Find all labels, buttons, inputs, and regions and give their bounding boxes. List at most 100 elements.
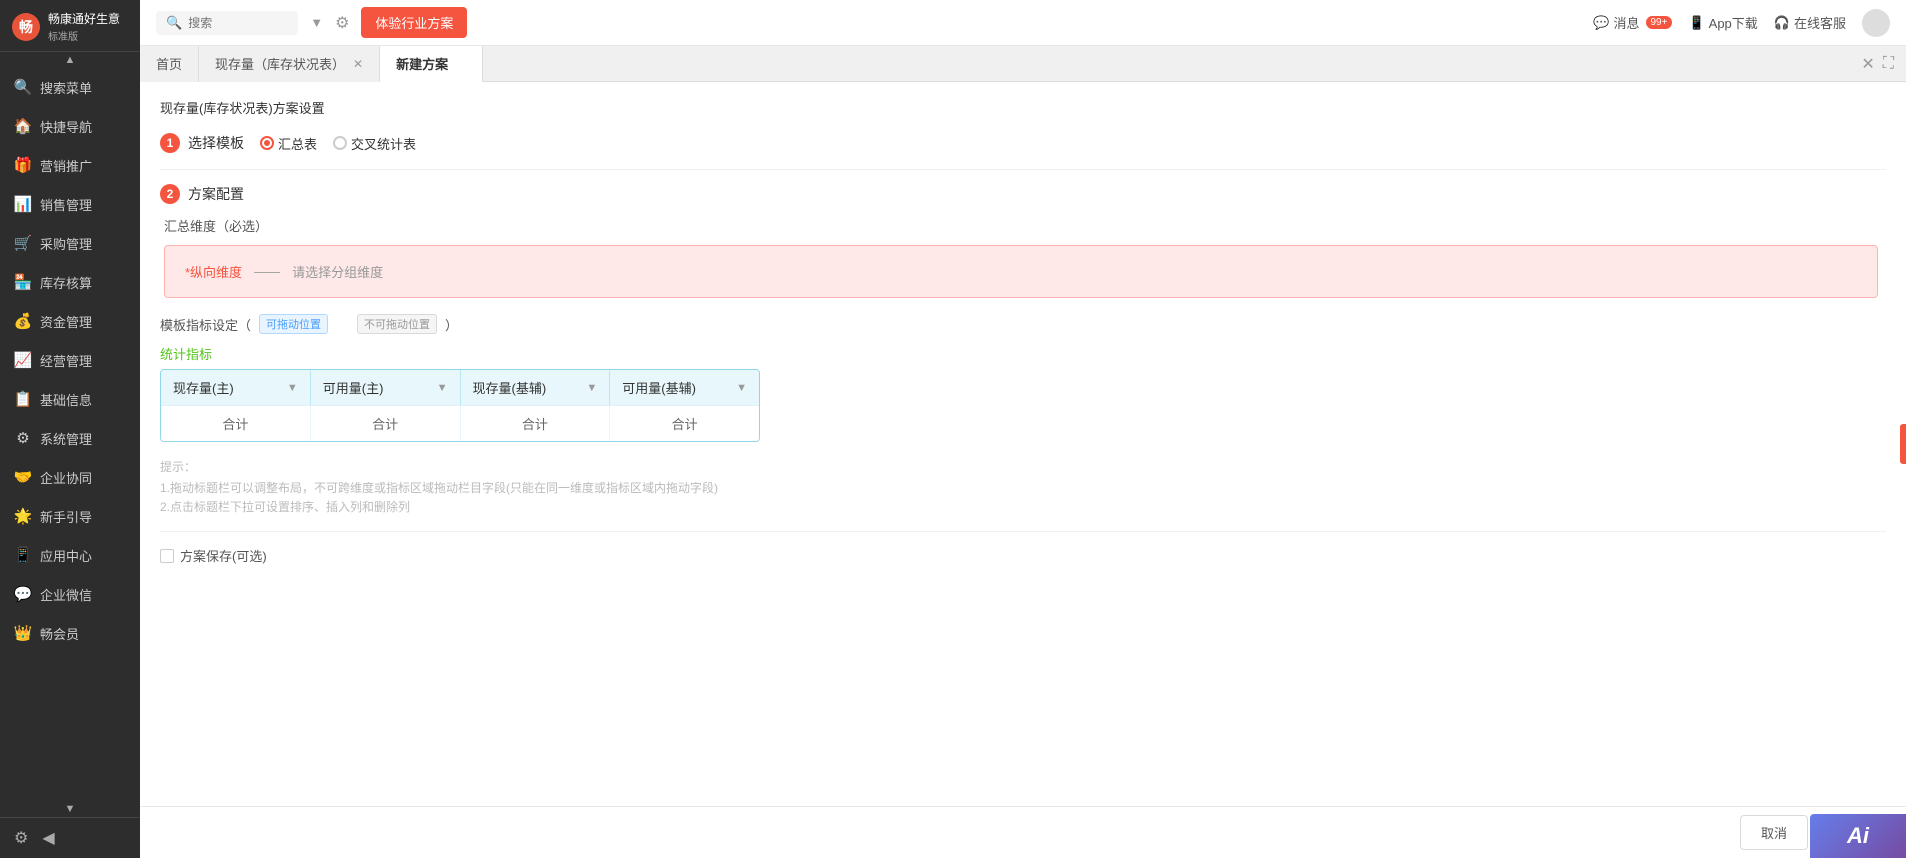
- sidebar-item-wechat[interactable]: 💬 企业微信: [0, 575, 140, 614]
- topbar-search-input[interactable]: [188, 16, 288, 30]
- step2-badge: 2: [160, 184, 180, 204]
- topbar-settings-icon[interactable]: ⚙: [335, 13, 349, 33]
- window-close-button[interactable]: ✕: [1861, 54, 1874, 74]
- ai-badge[interactable]: Ai: [1810, 814, 1906, 858]
- stats-col-4-label: 可用量(基辅): [622, 378, 696, 397]
- message-icon: 💬: [1593, 15, 1609, 31]
- online-service-label: 在线客服: [1794, 13, 1846, 32]
- stats-col-2-chevron: ▼: [437, 382, 448, 394]
- basic-icon: 📋: [14, 390, 32, 408]
- collapse-icon[interactable]: ◀: [42, 828, 54, 848]
- user-avatar[interactable]: [1862, 9, 1890, 37]
- tab-inventory[interactable]: 现存量（库存状况表） ✕: [199, 46, 380, 82]
- radio-summary[interactable]: 汇总表: [260, 134, 317, 153]
- radio-cross[interactable]: 交叉统计表: [333, 134, 416, 153]
- cancel-button[interactable]: 取消: [1740, 815, 1808, 850]
- sidebar-item-label: 库存核算: [40, 273, 92, 292]
- stats-col-2-label: 可用量(主): [323, 378, 384, 397]
- tab-home[interactable]: 首页: [140, 46, 199, 82]
- step2-section: 2 方案配置 汇总维度（必选） *纵向维度 —— 请选择分组维度 模板指标设定（…: [160, 184, 1886, 515]
- messages-button[interactable]: 💬 消息 99+: [1593, 13, 1672, 32]
- inventory-icon: 🏪: [14, 273, 32, 291]
- tab-new-plan-close[interactable]: ✕: [456, 57, 466, 71]
- ai-label: Ai: [1847, 823, 1869, 849]
- radio-summary-label: 汇总表: [278, 134, 317, 153]
- sidebar-item-label: 销售管理: [40, 195, 92, 214]
- topbar-search-box[interactable]: 🔍: [156, 11, 298, 35]
- online-service-button[interactable]: 🎧 在线客服: [1774, 13, 1846, 32]
- search-icon: 🔍: [14, 78, 32, 96]
- drag-position-tag: 可拖动位置: [259, 314, 328, 334]
- save-option-label: 方案保存(可选): [180, 546, 267, 565]
- sidebar-item-label: 企业协同: [40, 468, 92, 487]
- tab-inventory-close[interactable]: ✕: [353, 57, 363, 71]
- system-icon: ⚙: [14, 429, 32, 447]
- app-logo: 畅 畅康通好生意 标准版: [0, 0, 140, 52]
- topbar-search-icon: 🔍: [166, 15, 182, 31]
- wechat-icon: 💬: [14, 585, 32, 603]
- sidebar-item-newbie[interactable]: 🌟 新手引导: [0, 497, 140, 536]
- sidebar-item-apps[interactable]: 📱 应用中心: [0, 536, 140, 575]
- sidebar-item-finance[interactable]: 💰 资金管理: [0, 302, 140, 341]
- stats-col-3[interactable]: 现存量(基辅) ▼: [461, 370, 611, 405]
- sidebar-item-quick-nav[interactable]: 🏠 快捷导航: [0, 107, 140, 146]
- save-checkbox[interactable]: [160, 549, 174, 563]
- step2-header: 2 方案配置: [160, 184, 1886, 204]
- gift-icon: 🎁: [14, 156, 32, 174]
- sidebar-item-system[interactable]: ⚙ 系统管理: [0, 419, 140, 458]
- sidebar-bottom: ⚙ ◀: [0, 817, 140, 858]
- scroll-up-arrow[interactable]: ▲: [0, 52, 140, 68]
- messages-label: 消息: [1613, 13, 1639, 32]
- home-icon: 🏠: [14, 117, 32, 135]
- tab-new-plan[interactable]: 新建方案 ✕: [380, 46, 483, 82]
- template-label-close: ）: [445, 315, 458, 334]
- app-download-button[interactable]: 📱 App下载: [1688, 13, 1757, 32]
- stats-col-2[interactable]: 可用量(主) ▼: [311, 370, 461, 405]
- topbar-dropdown-arrow[interactable]: ▼: [310, 15, 323, 30]
- content-area: 现存量(库存状况表)方案设置 1 选择模板 汇总表 交叉统计表: [140, 82, 1906, 806]
- sidebar-item-cooperation[interactable]: 🤝 企业协同: [0, 458, 140, 497]
- page-title: 现存量(库存状况表)方案设置: [160, 98, 1886, 117]
- sidebar-item-basic[interactable]: 📋 基础信息: [0, 380, 140, 419]
- sidebar-item-marketing[interactable]: 🎁 营销推广: [0, 146, 140, 185]
- step1-title: 选择模板: [188, 133, 244, 153]
- sidebar-item-sales[interactable]: 📊 销售管理: [0, 185, 140, 224]
- sidebar-item-label: 应用中心: [40, 546, 92, 565]
- tab-inventory-label: 现存量（库存状况表）: [215, 54, 345, 73]
- stats-table-header: 现存量(主) ▼ 可用量(主) ▼ 现存量(基辅) ▼ 可用量(基辅): [161, 370, 759, 405]
- scroll-down-arrow[interactable]: ▼: [0, 801, 140, 817]
- stats-col-4[interactable]: 可用量(基辅) ▼: [610, 370, 759, 405]
- app-download-label: App下载: [1709, 13, 1758, 32]
- stats-col-3-chevron: ▼: [586, 382, 597, 394]
- sidebar-item-operation[interactable]: 📈 经营管理: [0, 341, 140, 380]
- tips-item-1: 1.拖动标题栏可以调整布局，不可跨维度或指标区域拖动栏目字段(只能在同一维度或指…: [160, 479, 1886, 496]
- template-radio-group: 汇总表 交叉统计表: [260, 134, 416, 153]
- step1-section: 1 选择模板 汇总表 交叉统计表: [160, 133, 1886, 153]
- stats-col-1[interactable]: 现存量(主) ▼: [161, 370, 311, 405]
- right-scroll-indicator: [1900, 424, 1906, 464]
- sidebar-item-label: 资金管理: [40, 312, 92, 331]
- radio-cross-label: 交叉统计表: [351, 134, 416, 153]
- sidebar-item-purchase[interactable]: 🛒 采购管理: [0, 224, 140, 263]
- settings-bottom-icon[interactable]: ⚙: [14, 828, 28, 848]
- window-expand-button[interactable]: ⛶: [1883, 55, 1894, 73]
- footer: 取消 查询: [140, 806, 1906, 858]
- stats-cell-1: 合计: [161, 406, 311, 441]
- logo-icon: 畅: [12, 13, 40, 41]
- template-indicators-section: 模板指标设定（ 可拖动位置 不可拖动位置 ） 统计指标 现存量(主) ▼: [160, 314, 1886, 442]
- stats-cell-3: 合计: [461, 406, 611, 441]
- dimension-required-mark: *纵向维度: [185, 262, 242, 281]
- save-option[interactable]: 方案保存(可选): [160, 546, 1886, 565]
- step1-header: 1 选择模板 汇总表 交叉统计表: [160, 133, 1886, 153]
- sidebar-item-inventory[interactable]: 🏪 库存核算: [0, 263, 140, 302]
- sidebar-item-label: 营销推广: [40, 156, 92, 175]
- divider2: [160, 531, 1886, 532]
- trial-plan-button[interactable]: 体验行业方案: [361, 7, 467, 38]
- operation-icon: 📈: [14, 351, 32, 369]
- main-area: 🔍 ▼ ⚙ 体验行业方案 💬 消息 99+ 📱 App下载 🎧 在线客服: [140, 0, 1906, 858]
- topbar: 🔍 ▼ ⚙ 体验行业方案 💬 消息 99+ 📱 App下载 🎧 在线客服: [140, 0, 1906, 46]
- app-name: 畅康通好生意: [48, 12, 120, 28]
- sidebar-item-member[interactable]: 👑 畅会员: [0, 614, 140, 653]
- dimension-selector[interactable]: *纵向维度 —— 请选择分组维度: [164, 245, 1878, 298]
- sidebar-item-search[interactable]: 🔍 搜索菜单: [0, 68, 140, 107]
